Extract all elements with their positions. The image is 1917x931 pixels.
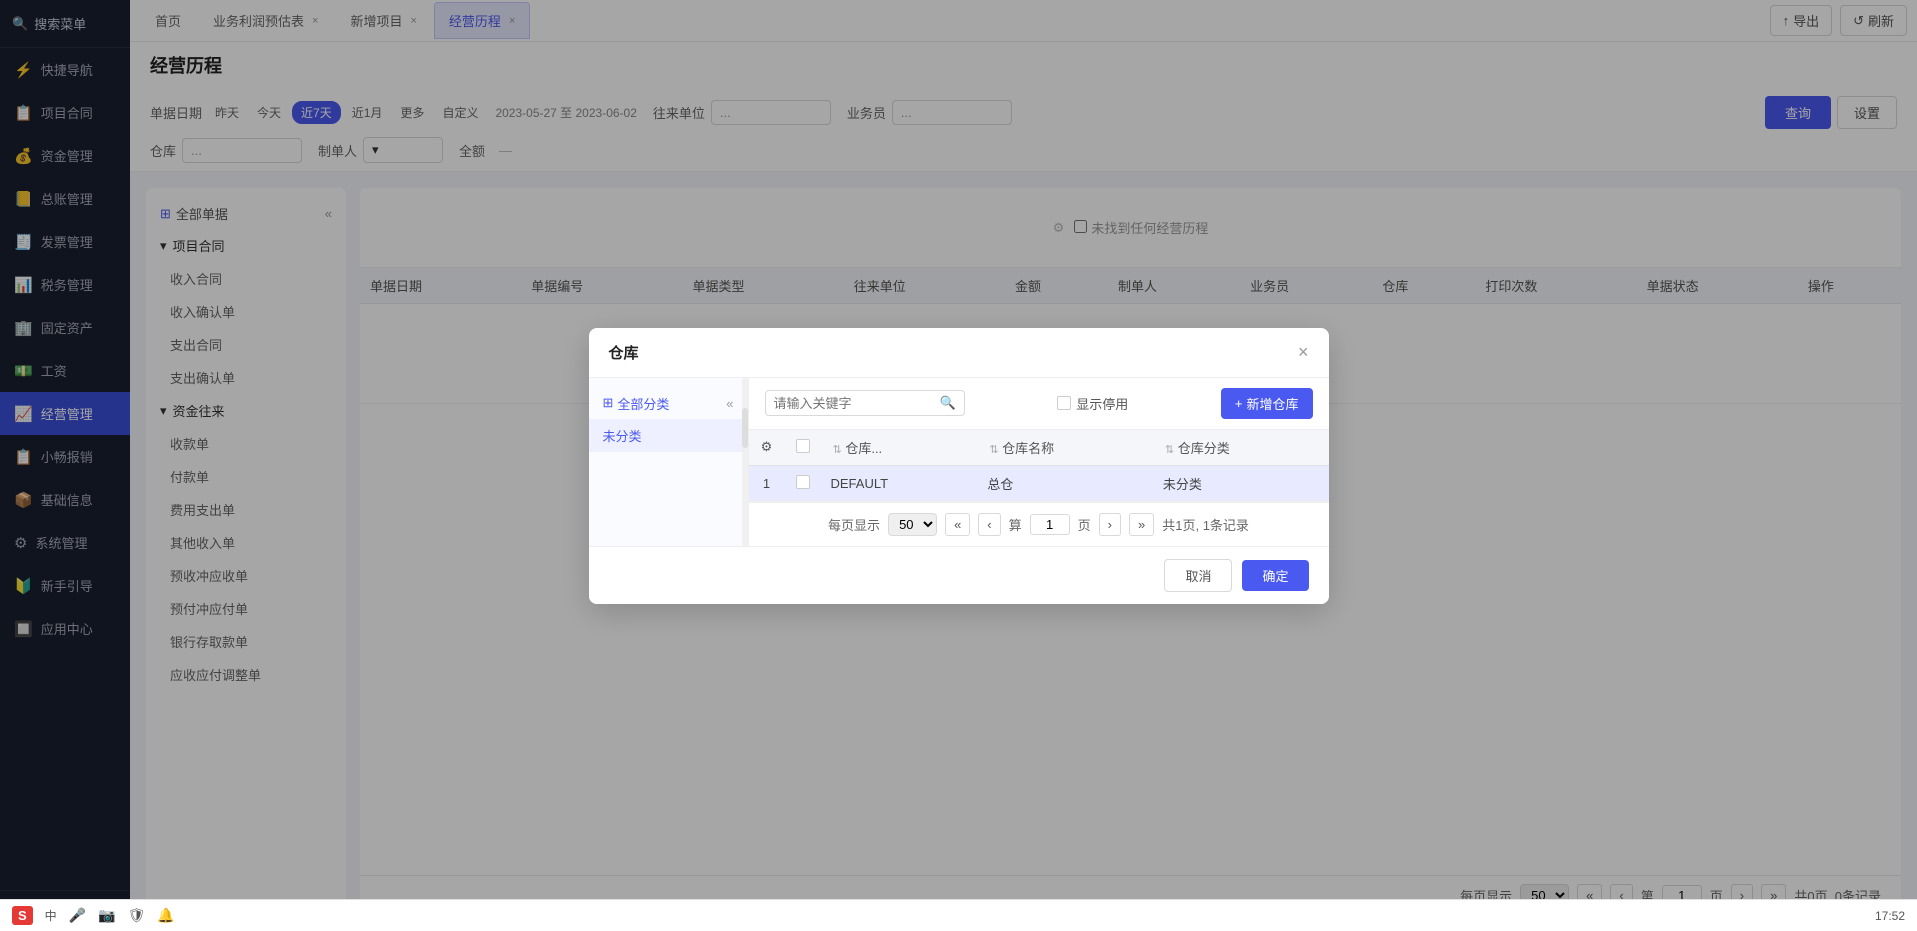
- modal-category-uncategorized[interactable]: 未分类: [589, 419, 748, 452]
- modal-page-suffix: 页: [1078, 515, 1091, 534]
- modal-footer: 取消 确定: [589, 546, 1329, 604]
- show-disabled-checkbox-label[interactable]: 显示停用: [1057, 394, 1128, 413]
- s-logo: S: [12, 906, 33, 925]
- row1-name: 总仓: [977, 465, 1153, 501]
- modal-total-records: 共1页, 1条记录: [1162, 515, 1249, 534]
- row1-code: DEFAULT: [821, 465, 978, 501]
- modal-page-input[interactable]: [1030, 514, 1070, 535]
- taskbar-right: 17:52: [1875, 909, 1905, 923]
- modal-left-all-category[interactable]: ⊞ 全部分类 «: [589, 388, 748, 419]
- modal-page-label: 算: [1009, 515, 1022, 534]
- modal-prev-page[interactable]: ‹: [978, 513, 1000, 536]
- th-warehouse-code: ⇅ 仓库...: [821, 430, 978, 466]
- sort-icon-code[interactable]: ⇅: [833, 444, 842, 456]
- left-scrollbar-track: [742, 378, 748, 546]
- modal-last-page[interactable]: »: [1129, 513, 1154, 536]
- row1-category: 未分类: [1153, 465, 1329, 501]
- sort-icon-name[interactable]: ⇅: [989, 444, 998, 456]
- add-warehouse-label: 新增仓库: [1246, 394, 1298, 413]
- modal-pagination: 每页显示 50 « ‹ 算 页 › » 共1页, 1条记录: [749, 502, 1329, 546]
- taskbar-cam: 📷: [98, 907, 115, 924]
- cancel-button[interactable]: 取消: [1164, 559, 1232, 592]
- warehouse-modal: 仓库 × ⊞ 全部分类 « 未分类: [589, 328, 1329, 604]
- search-box: 🔍: [765, 390, 965, 416]
- th-warehouse-category: ⇅ 仓库分类: [1153, 430, 1329, 466]
- modal-body: ⊞ 全部分类 « 未分类 🔍: [589, 378, 1329, 546]
- modal-first-page[interactable]: «: [945, 513, 970, 536]
- modal-table: ⚙ ⇅ 仓库... ⇅ 仓库名称: [749, 430, 1329, 502]
- th-warehouse-name: ⇅ 仓库名称: [977, 430, 1153, 466]
- modal-next-page[interactable]: ›: [1099, 513, 1121, 536]
- modal-title: 仓库: [609, 342, 639, 363]
- modal-all-category-label: ⊞ 全部分类: [603, 394, 670, 413]
- taskbar: S 中 🎤 📷 🛡 🔔 17:52: [0, 899, 1917, 931]
- sort-icon-cat[interactable]: ⇅: [1165, 444, 1174, 456]
- modal-toolbar: 🔍 显示停用 + 新增仓库: [749, 378, 1329, 430]
- taskbar-left: S 中 🎤 📷 🛡 🔔: [12, 906, 175, 925]
- left-scrollbar-thumb: [742, 408, 748, 448]
- table-row-1[interactable]: 1 DEFAULT 总仓 未分类: [749, 465, 1329, 501]
- plus-icon: +: [1235, 396, 1243, 411]
- modal-per-page-select[interactable]: 50: [888, 513, 937, 536]
- search-glass-icon: 🔍: [940, 395, 956, 411]
- time-display: 17:52: [1875, 909, 1905, 923]
- taskbar-shield: 🛡: [128, 907, 146, 924]
- taskbar-mic: 🎤: [69, 907, 86, 924]
- taskbar-bell: 🔔: [157, 907, 174, 924]
- modal-table-container: ⚙ ⇅ 仓库... ⇅ 仓库名称: [749, 430, 1329, 502]
- modal-table-header: ⚙ ⇅ 仓库... ⇅ 仓库名称: [749, 430, 1329, 466]
- show-disabled-text: 显示停用: [1076, 394, 1128, 413]
- modal-close-button[interactable]: ×: [1298, 342, 1309, 363]
- th-select-all[interactable]: [785, 430, 821, 466]
- add-warehouse-button[interactable]: + 新增仓库: [1221, 388, 1313, 419]
- row1-checkbox-cell[interactable]: [785, 465, 821, 501]
- modal-overlay[interactable]: 仓库 × ⊞ 全部分类 « 未分类: [0, 0, 1917, 931]
- row1-num: 1: [749, 465, 785, 501]
- modal-left-collapse-icon[interactable]: «: [726, 396, 733, 411]
- grid2-icon: ⊞: [603, 395, 614, 411]
- modal-header: 仓库 ×: [589, 328, 1329, 378]
- modal-per-page-label: 每页显示: [828, 515, 880, 534]
- confirm-button[interactable]: 确定: [1242, 560, 1308, 591]
- modal-left-panel: ⊞ 全部分类 « 未分类: [589, 378, 749, 546]
- th-settings-gear[interactable]: ⚙: [749, 430, 785, 466]
- modal-search-input[interactable]: [774, 396, 934, 411]
- select-all-checkbox-th[interactable]: [796, 439, 810, 453]
- taskbar-ime: 中: [45, 907, 57, 924]
- modal-right-panel: 🔍 显示停用 + 新增仓库: [749, 378, 1329, 546]
- show-disabled-checkbox[interactable]: [1057, 396, 1071, 410]
- row1-checkbox[interactable]: [796, 475, 810, 489]
